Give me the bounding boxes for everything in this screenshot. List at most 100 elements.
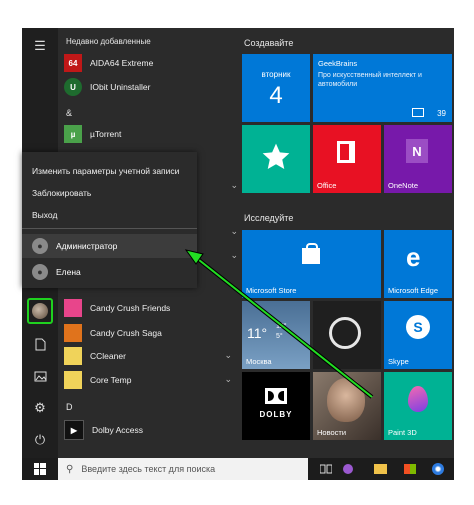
candy-crush-friends-icon [64, 299, 82, 317]
weather-city: Москва [246, 357, 272, 366]
star-icon [262, 143, 290, 169]
news-photo [327, 378, 365, 422]
section-letter-amp[interactable]: & [66, 108, 72, 118]
list-item[interactable]: Candy Crush Friends [64, 298, 234, 318]
list-item[interactable]: Core Temp ⌄ [64, 370, 234, 390]
calendar-tile[interactable]: вторник 4 [242, 54, 310, 122]
user-switch-admin[interactable]: ● Администратор [22, 234, 197, 258]
gear-icon[interactable]: ⚙ [28, 396, 52, 420]
search-icon: ⚲ [66, 463, 74, 475]
group-header-explore[interactable]: Исследуйте [244, 213, 293, 223]
windows-start-icon[interactable] [32, 461, 48, 477]
cortana-icon[interactable] [340, 461, 356, 477]
news2-tile[interactable]: Новости [313, 372, 381, 440]
news2-label: Новости [317, 428, 347, 437]
utorrent-icon: µ [64, 125, 82, 143]
weather-high: 12° [276, 323, 287, 330]
chevron-down-icon[interactable]: ⌄ [224, 374, 232, 385]
paint3d-label: Paint 3D [388, 428, 417, 437]
iobit-icon: U [64, 78, 82, 96]
pictures-icon[interactable] [28, 364, 52, 388]
skype-tile[interactable]: S Skype [384, 301, 452, 369]
office-tile[interactable]: Office [313, 125, 381, 193]
user-name: Елена [56, 267, 81, 277]
file-explorer-icon[interactable] [372, 461, 388, 477]
news-source: GeekBrains [318, 59, 358, 68]
list-item[interactable]: ▶ Dolby Access [64, 420, 234, 440]
folder-icon [64, 347, 82, 365]
recent-header: Недавно добавленные [66, 37, 151, 46]
news-headline: Про искусственный интеллект и автомобили [318, 72, 422, 88]
weather-temp: 11° [247, 325, 268, 341]
dolby-logo-icon [265, 388, 287, 404]
skype-label: Skype [388, 357, 409, 366]
search-input[interactable]: Введите здесь текст для поиска [81, 464, 215, 474]
task-view-icon[interactable] [318, 461, 334, 477]
app-label: Candy Crush Saga [90, 328, 162, 338]
app-label: Dolby Access [92, 425, 144, 435]
candy-crush-saga-icon [64, 324, 82, 342]
user-switch-elena[interactable]: ● Елена [22, 260, 197, 284]
office-label: Office [317, 181, 337, 190]
app-label: Candy Crush Friends [90, 303, 171, 313]
lock-button[interactable]: Заблокировать [32, 188, 91, 198]
circle-icon [329, 317, 361, 349]
dolby-access-icon: ▶ [64, 420, 84, 440]
weather-tile[interactable]: 11° 12° 5° Москва [242, 301, 310, 369]
tiles-panel: Создавайте вторник 4 GeekBrains Про иску… [240, 28, 454, 458]
sign-out-button[interactable]: Выход [32, 210, 57, 220]
divider [22, 228, 197, 229]
user-account-button[interactable] [27, 298, 53, 324]
paint3d-tile[interactable]: Paint 3D [384, 372, 452, 440]
account-popup: Изменить параметры учетной записи Заблок… [22, 152, 197, 288]
search-box[interactable]: ⚲ Введите здесь текст для поиска [58, 458, 308, 480]
dolby-label: DOLBY [259, 410, 293, 419]
edge-label: Microsoft Edge [388, 286, 439, 295]
chevron-down-icon[interactable]: ⌄ [224, 350, 232, 361]
list-item[interactable]: Candy Crush Saga [64, 323, 234, 343]
store-taskbar-icon[interactable] [402, 461, 418, 477]
onenote-label: OneNote [388, 181, 419, 190]
calendar-date: 4 [269, 82, 283, 109]
user-name: Администратор [56, 241, 118, 251]
office-icon [337, 141, 355, 163]
taskbar: ⚲ Введите здесь текст для поиска [22, 458, 454, 480]
hamburger-icon[interactable]: ☰ [28, 34, 52, 58]
app-label: CCleaner [90, 351, 126, 361]
app-label: IObit Uninstaller [90, 82, 151, 92]
app-label: Core Temp [90, 375, 132, 385]
weather-low: 5° [276, 333, 283, 340]
onenote-icon: N [406, 139, 428, 163]
power-icon[interactable]: ⏻ [28, 428, 52, 452]
app-label: AIDA64 Extreme [90, 58, 154, 68]
store-tile[interactable]: Microsoft Store [242, 230, 381, 298]
section-letter-d[interactable]: D [66, 402, 73, 412]
browser-icon[interactable] [430, 461, 446, 477]
skype-icon: S [406, 315, 430, 339]
calendar-day: вторник [261, 70, 291, 79]
onenote-tile[interactable]: N OneNote [384, 125, 452, 193]
chevron-down-icon[interactable]: ⌄ [230, 180, 238, 191]
cortana-tile[interactable] [313, 301, 381, 369]
user-icon: ● [32, 238, 48, 254]
dolby-tile[interactable]: DOLBY [242, 372, 310, 440]
news-tile[interactable]: GeekBrains Про искусственный интеллект и… [313, 54, 452, 122]
document-icon[interactable] [28, 332, 52, 356]
list-item[interactable]: 64 AIDA64 Extreme [64, 53, 234, 73]
news-count: 39 [437, 109, 446, 118]
mail-icon [412, 108, 424, 117]
change-account-settings[interactable]: Изменить параметры учетной записи [32, 166, 179, 176]
list-item[interactable]: CCleaner ⌄ [64, 346, 234, 366]
store-bag-icon [302, 243, 320, 264]
group-header-create[interactable]: Создавайте [244, 38, 293, 48]
list-item[interactable]: U IObit Uninstaller [64, 77, 234, 97]
star-tile[interactable] [242, 125, 310, 193]
paint3d-icon [408, 386, 428, 412]
folder-icon [64, 371, 82, 389]
list-item[interactable]: µ µTorrent [64, 124, 234, 144]
chevron-down-icon[interactable]: ⌄ [230, 250, 238, 261]
app-label: µTorrent [90, 129, 122, 139]
edge-tile[interactable]: e Microsoft Edge [384, 230, 452, 298]
edge-icon: e [406, 242, 421, 272]
chevron-down-icon[interactable]: ⌄ [230, 226, 238, 237]
